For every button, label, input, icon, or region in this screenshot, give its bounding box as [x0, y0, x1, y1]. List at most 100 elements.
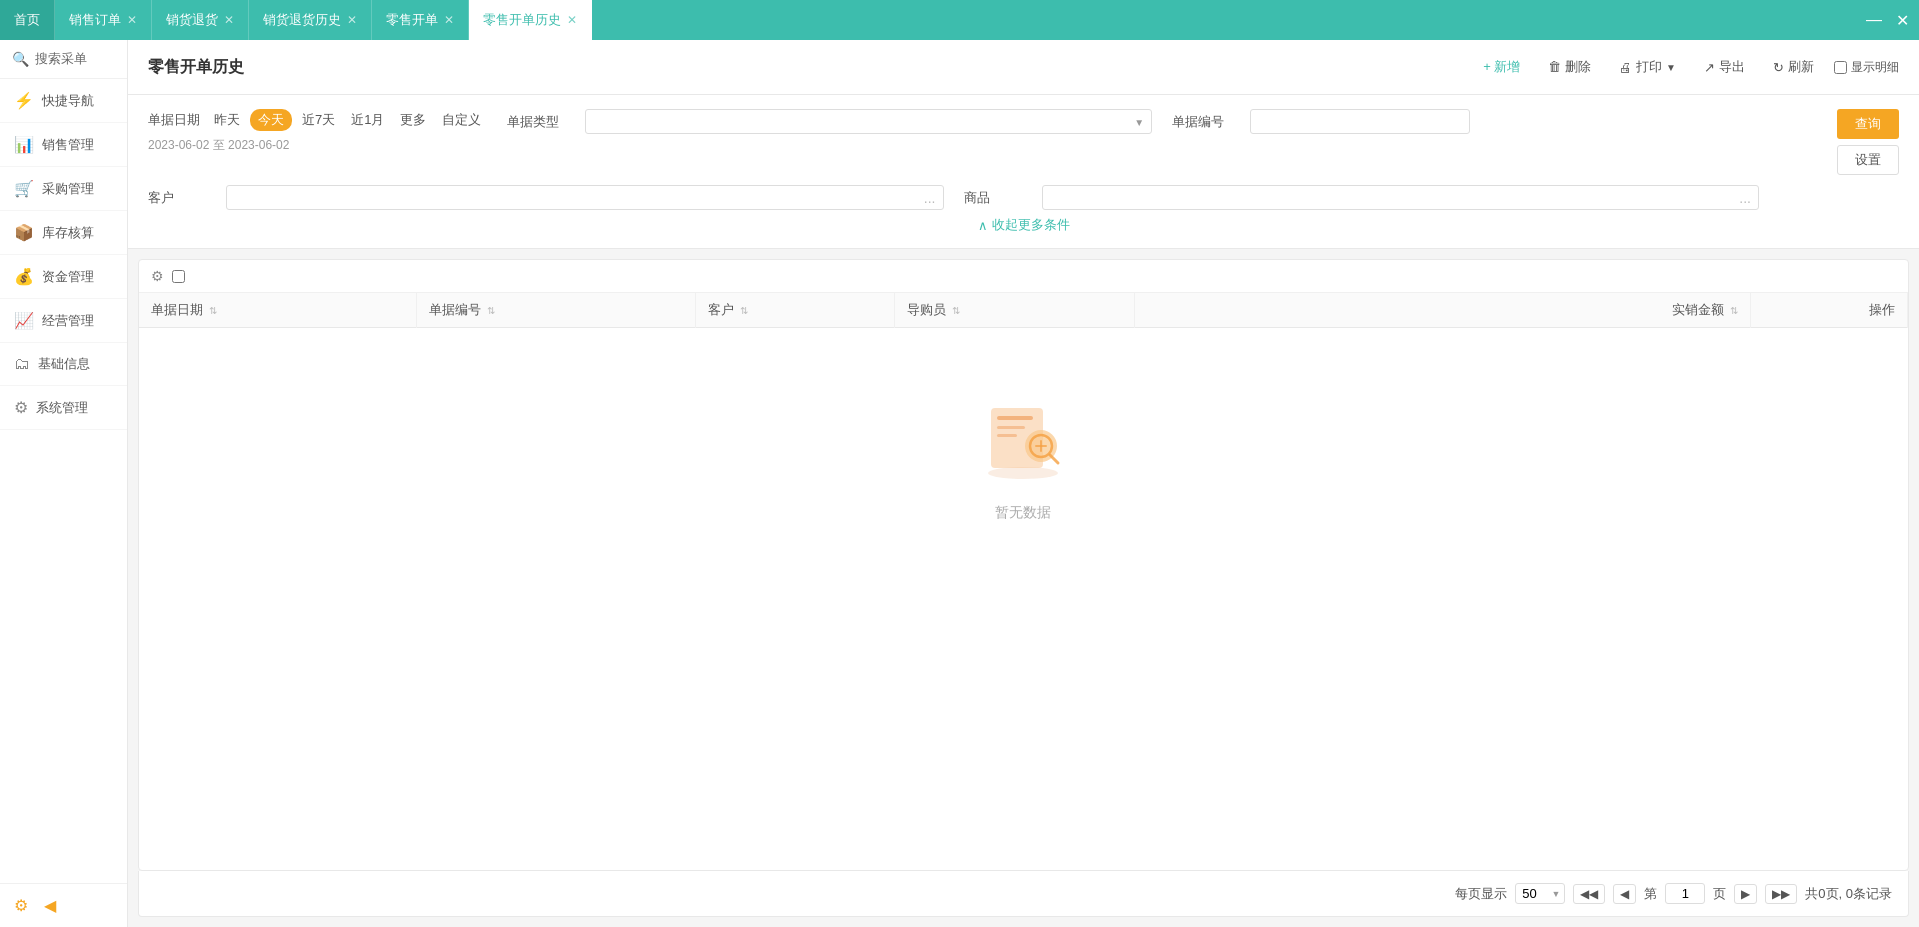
col-number-sort-icon[interactable]: ⇅ — [487, 305, 495, 316]
sidebar-item-purchase-mgmt-label: 采购管理 — [42, 180, 94, 198]
close-retail-open-icon[interactable]: ✕ — [444, 13, 454, 27]
close-button[interactable]: ✕ — [1896, 11, 1909, 30]
sidebar-item-system[interactable]: ⚙ 系统管理 — [0, 386, 127, 430]
tab-sales-return-history-label: 销货退货历史 — [263, 11, 341, 29]
quick-nav-icon: ⚡ — [14, 91, 34, 110]
close-retail-open-history-icon[interactable]: ✕ — [567, 13, 577, 27]
sidebar-item-inventory[interactable]: 📦 库存核算 — [0, 211, 127, 255]
table-section: ⚙ 单据日期 ⇅ 单据编号 ⇅ 客户 — [138, 259, 1909, 871]
sidebar-item-operations[interactable]: 📈 经营管理 — [0, 299, 127, 343]
tab-sales-order-label: 销售订单 — [69, 11, 121, 29]
sidebar-bottom: ⚙ ◀ — [0, 883, 127, 927]
type-select[interactable] — [585, 109, 1152, 134]
sidebar-item-basic-info-label: 基础信息 — [38, 355, 90, 373]
select-all-checkbox[interactable] — [172, 270, 185, 283]
col-action: 操作 — [1750, 293, 1907, 328]
customer-filter-input[interactable] — [226, 185, 944, 210]
tab-sales-return-history[interactable]: 销货退货历史 ✕ — [249, 0, 372, 40]
filter-number-group: 单据编号 — [1172, 109, 1817, 134]
close-sales-order-icon[interactable]: ✕ — [127, 13, 137, 27]
date-option-yesterday[interactable]: 昨天 — [208, 109, 246, 131]
sidebar-item-quick-nav[interactable]: ⚡ 快捷导航 — [0, 79, 127, 123]
delete-button[interactable]: 🗑 删除 — [1540, 54, 1599, 80]
date-option-custom[interactable]: 自定义 — [436, 109, 487, 131]
query-button[interactable]: 查询 — [1837, 109, 1899, 139]
per-page-select[interactable]: 10 20 50 100 — [1515, 883, 1565, 904]
goods-filter-input[interactable] — [1042, 185, 1760, 210]
sidebar-item-finance[interactable]: 💰 资金管理 — [0, 255, 127, 299]
customer-input-wrap: ... — [226, 185, 944, 210]
empty-text: 暂无数据 — [995, 504, 1051, 522]
show-detail-checkbox[interactable] — [1834, 61, 1847, 74]
date-option-last-month[interactable]: 近1月 — [345, 109, 390, 131]
date-option-more[interactable]: 更多 — [394, 109, 432, 131]
sidebar-item-sales-mgmt[interactable]: 📊 销售管理 — [0, 123, 127, 167]
settings-button[interactable]: 设置 — [1837, 145, 1899, 175]
goods-filter-label: 商品 — [964, 189, 1034, 207]
page-number-input[interactable] — [1665, 883, 1705, 904]
close-sales-return-history-icon[interactable]: ✕ — [347, 13, 357, 27]
tab-retail-open-history[interactable]: 零售开单历史 ✕ — [469, 0, 592, 40]
sidebar-item-quick-nav-label: 快捷导航 — [42, 92, 94, 110]
sidebar-item-basic-info[interactable]: 🗂 基础信息 — [0, 343, 127, 386]
col-date-sort-icon[interactable]: ⇅ — [209, 305, 217, 316]
page-label-after: 页 — [1713, 885, 1726, 903]
table-settings-icon[interactable]: ⚙ — [151, 268, 164, 284]
tab-home[interactable]: 首页 — [0, 0, 55, 40]
export-button[interactable]: ↗ 导出 — [1696, 54, 1753, 80]
show-detail-toggle[interactable]: 显示明细 — [1834, 59, 1899, 76]
svg-rect-4 — [997, 434, 1017, 437]
collapse-filter-button[interactable]: ∧ 收起更多条件 — [148, 216, 1899, 234]
show-detail-label-text: 显示明细 — [1851, 59, 1899, 76]
inventory-icon: 📦 — [14, 223, 34, 242]
toolbar: + 新增 🗑 删除 🖨 打印 ▼ ↗ 导出 ↻ 刷新 显示明细 — [1475, 54, 1899, 94]
date-option-last7[interactable]: 近7天 — [296, 109, 341, 131]
col-amount-sort-icon[interactable]: ⇅ — [1730, 305, 1738, 316]
number-filter-input[interactable] — [1250, 109, 1470, 134]
tab-sales-order[interactable]: 销售订单 ✕ — [55, 0, 152, 40]
tab-retail-open[interactable]: 零售开单 ✕ — [372, 0, 469, 40]
col-action-label: 操作 — [1869, 302, 1895, 317]
svg-rect-2 — [997, 416, 1033, 420]
page-header: 零售开单历史 + 新增 🗑 删除 🖨 打印 ▼ ↗ 导出 ↻ 刷新 — [128, 40, 1919, 95]
sidebar-search[interactable]: 🔍 搜索采单 — [0, 40, 127, 79]
finance-icon: 💰 — [14, 267, 34, 286]
sidebar-item-purchase-mgmt[interactable]: 🛒 采购管理 — [0, 167, 127, 211]
next-page-button[interactable]: ▶ — [1734, 884, 1757, 904]
tab-sales-return[interactable]: 销货退货 ✕ — [152, 0, 249, 40]
svg-point-0 — [988, 467, 1058, 479]
refresh-label: 刷新 — [1788, 58, 1814, 76]
col-guide: 导购员 ⇅ — [895, 293, 1134, 328]
print-icon: 🖨 — [1619, 60, 1632, 75]
print-button[interactable]: 🖨 打印 ▼ — [1611, 54, 1684, 80]
minimize-button[interactable]: — — [1866, 11, 1882, 29]
filter-action-buttons: 查询 设置 — [1837, 109, 1899, 175]
col-date-label: 单据日期 — [151, 302, 203, 317]
last-page-button[interactable]: ▶▶ — [1765, 884, 1797, 904]
sidebar-settings-icon[interactable]: ⚙ — [14, 896, 28, 915]
goods-dots[interactable]: ... — [1739, 190, 1751, 206]
collapse-text: 收起更多条件 — [992, 216, 1070, 234]
prev-page-button[interactable]: ◀ — [1613, 884, 1636, 904]
table-header-row: 单据日期 ⇅ 单据编号 ⇅ 客户 ⇅ 导购员 ⇅ — [139, 293, 1908, 328]
table-toolbar: ⚙ — [139, 260, 1908, 293]
system-icon: ⚙ — [14, 398, 28, 417]
search-icon: 🔍 — [12, 51, 29, 67]
tab-retail-open-label: 零售开单 — [386, 11, 438, 29]
first-page-button[interactable]: ◀◀ — [1573, 884, 1605, 904]
type-select-wrap — [585, 109, 1152, 134]
col-guide-sort-icon[interactable]: ⇅ — [952, 305, 960, 316]
print-label: 打印 — [1636, 58, 1662, 76]
purchase-mgmt-icon: 🛒 — [14, 179, 34, 198]
customer-dots[interactable]: ... — [924, 190, 936, 206]
col-customer-sort-icon[interactable]: ⇅ — [740, 305, 748, 316]
empty-cell: 暂无数据 — [139, 328, 1908, 583]
page-label-before: 第 — [1644, 885, 1657, 903]
add-button[interactable]: + 新增 — [1475, 54, 1528, 80]
svg-rect-3 — [997, 426, 1025, 429]
date-option-today[interactable]: 今天 — [250, 109, 292, 131]
close-sales-return-icon[interactable]: ✕ — [224, 13, 234, 27]
refresh-button[interactable]: ↻ 刷新 — [1765, 54, 1822, 80]
empty-icon — [973, 388, 1073, 488]
sidebar-collapse-icon[interactable]: ◀ — [44, 896, 56, 915]
